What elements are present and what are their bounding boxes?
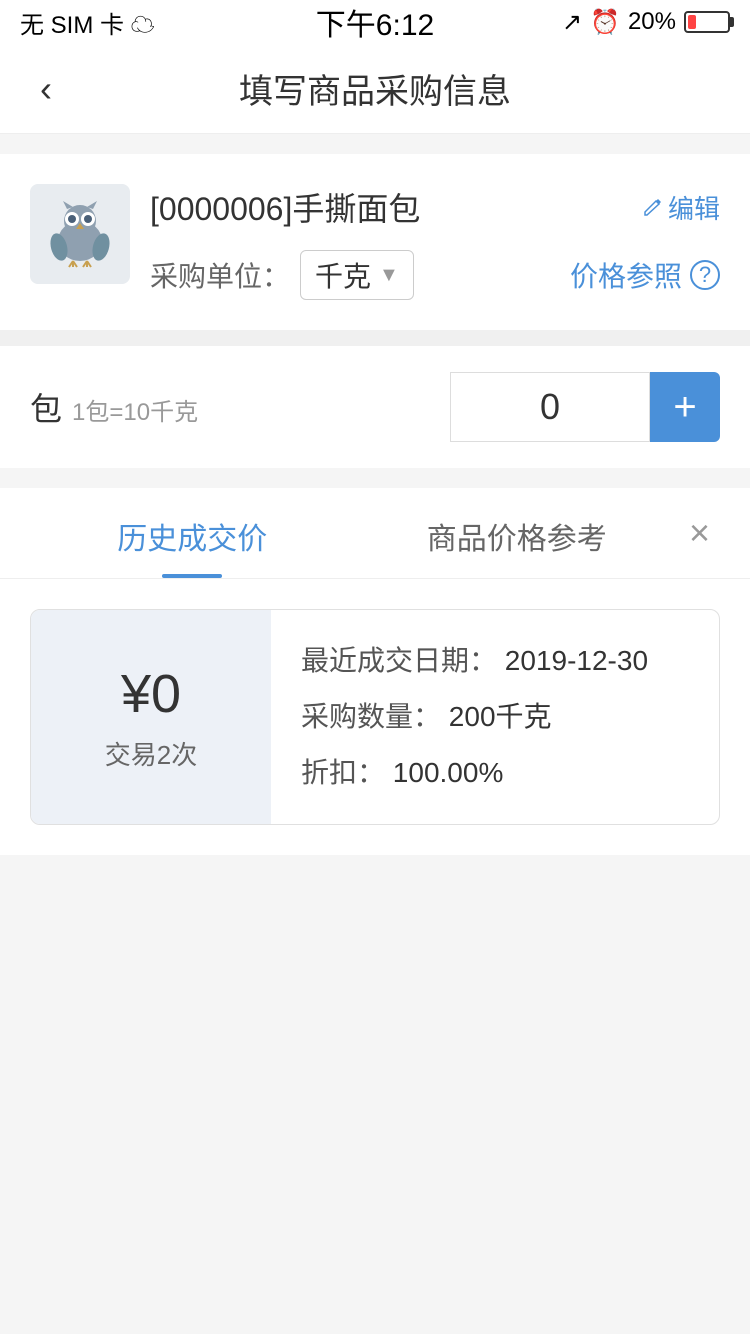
tab-price-ref-label: 商品价格参考	[427, 523, 607, 556]
help-icon: ?	[690, 260, 720, 290]
tab-history-price[interactable]: 历史成交价	[30, 488, 354, 578]
tab-history-label: 历史成交价	[117, 523, 267, 556]
unit-value: 千克	[315, 255, 371, 295]
status-time: 下午6:12	[316, 0, 434, 44]
transaction-count: 交易2次	[105, 735, 197, 772]
transaction-section: ¥0 交易2次 最近成交日期： 2019-12-30 采购数量： 200千克 折…	[0, 579, 750, 855]
battery-percent: 20%	[628, 8, 676, 36]
edit-button[interactable]: 编辑	[642, 189, 720, 226]
discount-label: 折扣：	[301, 757, 385, 788]
product-card: [0000006]手撕面包 编辑 采购单位： 千克 ▼	[0, 154, 750, 330]
price-ref-label: 价格参照	[570, 255, 682, 295]
page-title: 填写商品采购信息	[239, 64, 511, 113]
edit-icon	[642, 196, 664, 218]
package-unit: 包	[30, 384, 62, 430]
battery-fill	[688, 15, 696, 29]
status-left: 无 SIM 卡 ☁	[20, 5, 155, 40]
battery-icon	[684, 11, 730, 33]
recent-date-label: 最近成交日期：	[301, 645, 497, 676]
quantity-input[interactable]	[450, 372, 650, 442]
tab-section: 历史成交价 商品价格参考 × ¥0 交易2次 最近成交日期： 2019-12-3…	[0, 488, 750, 855]
product-image	[30, 184, 130, 284]
owl-icon	[45, 199, 115, 269]
status-bar: 无 SIM 卡 ☁ 下午6:12 ↗ ⏰ 20%	[0, 0, 750, 44]
tab-close-button[interactable]: ×	[679, 502, 720, 564]
purchase-qty-value: 200千克	[449, 701, 552, 732]
price-ref-button[interactable]: 价格参照 ?	[570, 255, 720, 295]
status-right: ↗ ⏰ 20%	[562, 8, 730, 37]
product-header: [0000006]手撕面包 编辑 采购单位： 千克 ▼	[30, 184, 720, 300]
edit-label: 编辑	[668, 189, 720, 226]
unit-conversion: 1包=10千克	[72, 392, 198, 427]
unit-select[interactable]: 千克 ▼	[300, 250, 414, 300]
product-unit-row: 采购单位： 千克 ▼ 价格参照 ?	[150, 250, 720, 300]
sim-label: 无 SIM 卡 ☁	[20, 5, 155, 40]
product-info: [0000006]手撕面包 编辑 采购单位： 千克 ▼	[150, 184, 720, 300]
transaction-card: ¥0 交易2次 最近成交日期： 2019-12-30 采购数量： 200千克 折…	[30, 609, 720, 825]
bottom-space	[0, 855, 750, 1255]
tab-price-ref[interactable]: 商品价格参考	[354, 488, 678, 578]
recent-date-row: 最近成交日期： 2019-12-30	[301, 640, 689, 682]
product-name: [0000006]手撕面包	[150, 184, 420, 230]
discount-row: 折扣： 100.00%	[301, 752, 689, 794]
purchase-qty-row: 采购数量： 200千克	[301, 696, 689, 738]
unit-group: 采购单位： 千克 ▼	[150, 250, 414, 300]
quantity-input-group: +	[450, 372, 720, 442]
quantity-plus-button[interactable]: +	[650, 372, 720, 442]
tab-header: 历史成交价 商品价格参考 ×	[0, 488, 750, 579]
section-divider	[0, 330, 750, 346]
dropdown-arrow-icon: ▼	[379, 264, 399, 287]
transaction-price: ¥0	[121, 663, 181, 725]
back-button[interactable]: ‹	[30, 58, 62, 120]
quantity-row: 包 1包=10千克 +	[0, 346, 750, 468]
purchase-qty-label: 采购数量：	[301, 701, 441, 732]
quantity-label-group: 包 1包=10千克	[30, 384, 198, 430]
nav-bar: ‹ 填写商品采购信息	[0, 44, 750, 134]
discount-value: 100.00%	[393, 757, 504, 788]
location-icon: ↗	[562, 8, 582, 37]
transaction-right: 最近成交日期： 2019-12-30 采购数量： 200千克 折扣： 100.0…	[271, 610, 719, 824]
alarm-icon: ⏰	[590, 8, 620, 37]
recent-date-value: 2019-12-30	[505, 645, 648, 676]
product-top-row: [0000006]手撕面包 编辑	[150, 184, 720, 230]
unit-label: 采购单位：	[150, 255, 290, 295]
transaction-left: ¥0 交易2次	[31, 610, 271, 824]
